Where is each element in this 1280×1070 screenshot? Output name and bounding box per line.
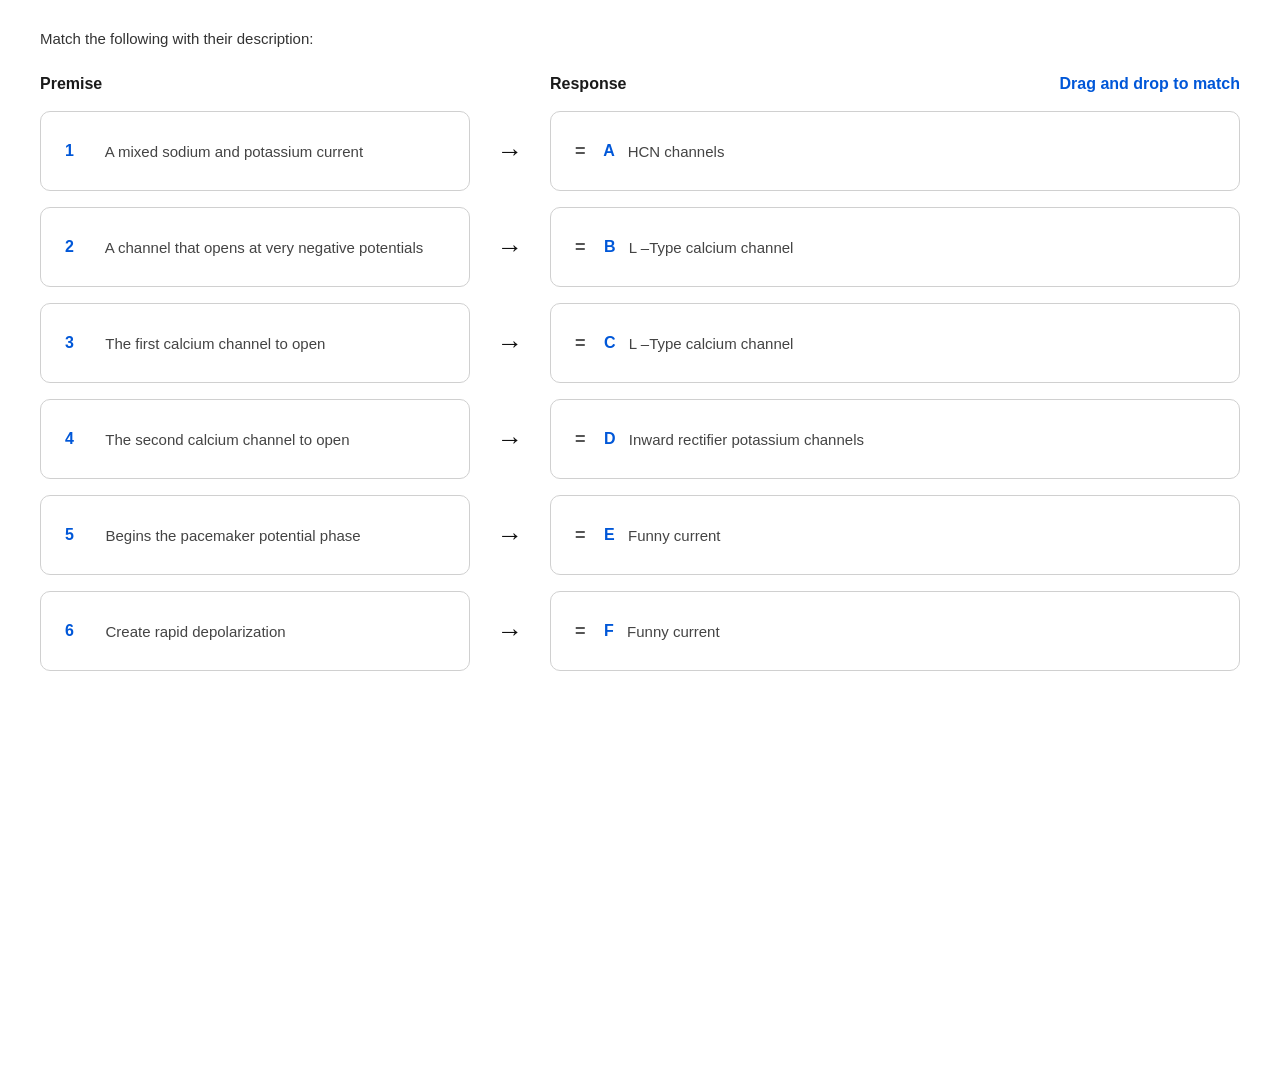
premise-number: 5 <box>65 526 93 544</box>
response-card[interactable]: = B L –Type calcium channel <box>550 207 1240 287</box>
response-text: L –Type calcium channel <box>629 239 794 256</box>
premise-card[interactable]: 2 A channel that opens at very negative … <box>40 207 470 287</box>
premise-number: 3 <box>65 334 93 352</box>
arrow-icon: → <box>470 328 550 359</box>
response-card[interactable]: = A HCN channels <box>550 111 1240 191</box>
premise-header: Premise <box>40 75 102 92</box>
drag-header: Drag and drop to match <box>1060 75 1240 92</box>
premise-text: Create rapid depolarization <box>93 621 286 642</box>
response-header: Response <box>550 75 626 92</box>
premise-card[interactable]: 3 The first calcium channel to open <box>40 303 470 383</box>
premise-text: The second calcium channel to open <box>93 429 350 450</box>
match-row: 2 A channel that opens at very negative … <box>40 207 1240 287</box>
response-letter: E <box>600 526 628 544</box>
arrow-icon: → <box>470 424 550 455</box>
drag-handle-icon: = <box>575 141 586 162</box>
match-row: 5 Begins the pacemaker potential phase →… <box>40 495 1240 575</box>
premise-card[interactable]: 4 The second calcium channel to open <box>40 399 470 479</box>
response-letter: C <box>600 334 629 352</box>
response-text: Funny current <box>628 527 721 544</box>
premise-text: A channel that opens at very negative po… <box>93 237 423 258</box>
response-card[interactable]: = E Funny current <box>550 495 1240 575</box>
response-letter: B <box>600 238 629 256</box>
drag-handle-icon: = <box>575 621 586 642</box>
response-text: Inward rectifier potassium channels <box>629 431 864 448</box>
match-row: 1 A mixed sodium and potassium current →… <box>40 111 1240 191</box>
response-card[interactable]: = D Inward rectifier potassium channels <box>550 399 1240 479</box>
premise-text: The first calcium channel to open <box>93 333 325 354</box>
drag-handle-icon: = <box>575 237 586 258</box>
column-headers: Premise Response Drag and drop to match <box>40 75 1240 93</box>
match-row: 4 The second calcium channel to open → =… <box>40 399 1240 479</box>
response-card[interactable]: = F Funny current <box>550 591 1240 671</box>
arrow-icon: → <box>470 616 550 647</box>
response-text: L –Type calcium channel <box>629 335 794 352</box>
response-text: HCN channels <box>628 143 725 160</box>
premise-card[interactable]: 6 Create rapid depolarization <box>40 591 470 671</box>
response-letter: F <box>600 622 628 640</box>
instructions-text: Match the following with their descripti… <box>40 30 1240 47</box>
response-letter: D <box>600 430 629 448</box>
match-row: 6 Create rapid depolarization → = F Funn… <box>40 591 1240 671</box>
drag-handle-icon: = <box>575 429 586 450</box>
arrow-icon: → <box>470 232 550 263</box>
drag-handle-icon: = <box>575 525 586 546</box>
response-letter: A <box>600 142 628 160</box>
response-text: Funny current <box>627 623 720 640</box>
premise-number: 1 <box>65 142 93 160</box>
premise-text: A mixed sodium and potassium current <box>93 141 363 162</box>
match-row: 3 The first calcium channel to open → = … <box>40 303 1240 383</box>
premise-number: 2 <box>65 238 93 256</box>
arrow-icon: → <box>470 520 550 551</box>
response-card[interactable]: = C L –Type calcium channel <box>550 303 1240 383</box>
drag-handle-icon: = <box>575 333 586 354</box>
arrow-icon: → <box>470 136 550 167</box>
premise-number: 4 <box>65 430 93 448</box>
premise-number: 6 <box>65 622 93 640</box>
premise-card[interactable]: 1 A mixed sodium and potassium current <box>40 111 470 191</box>
premise-text: Begins the pacemaker potential phase <box>93 525 361 546</box>
premise-card[interactable]: 5 Begins the pacemaker potential phase <box>40 495 470 575</box>
match-rows-container: 1 A mixed sodium and potassium current →… <box>40 111 1240 671</box>
